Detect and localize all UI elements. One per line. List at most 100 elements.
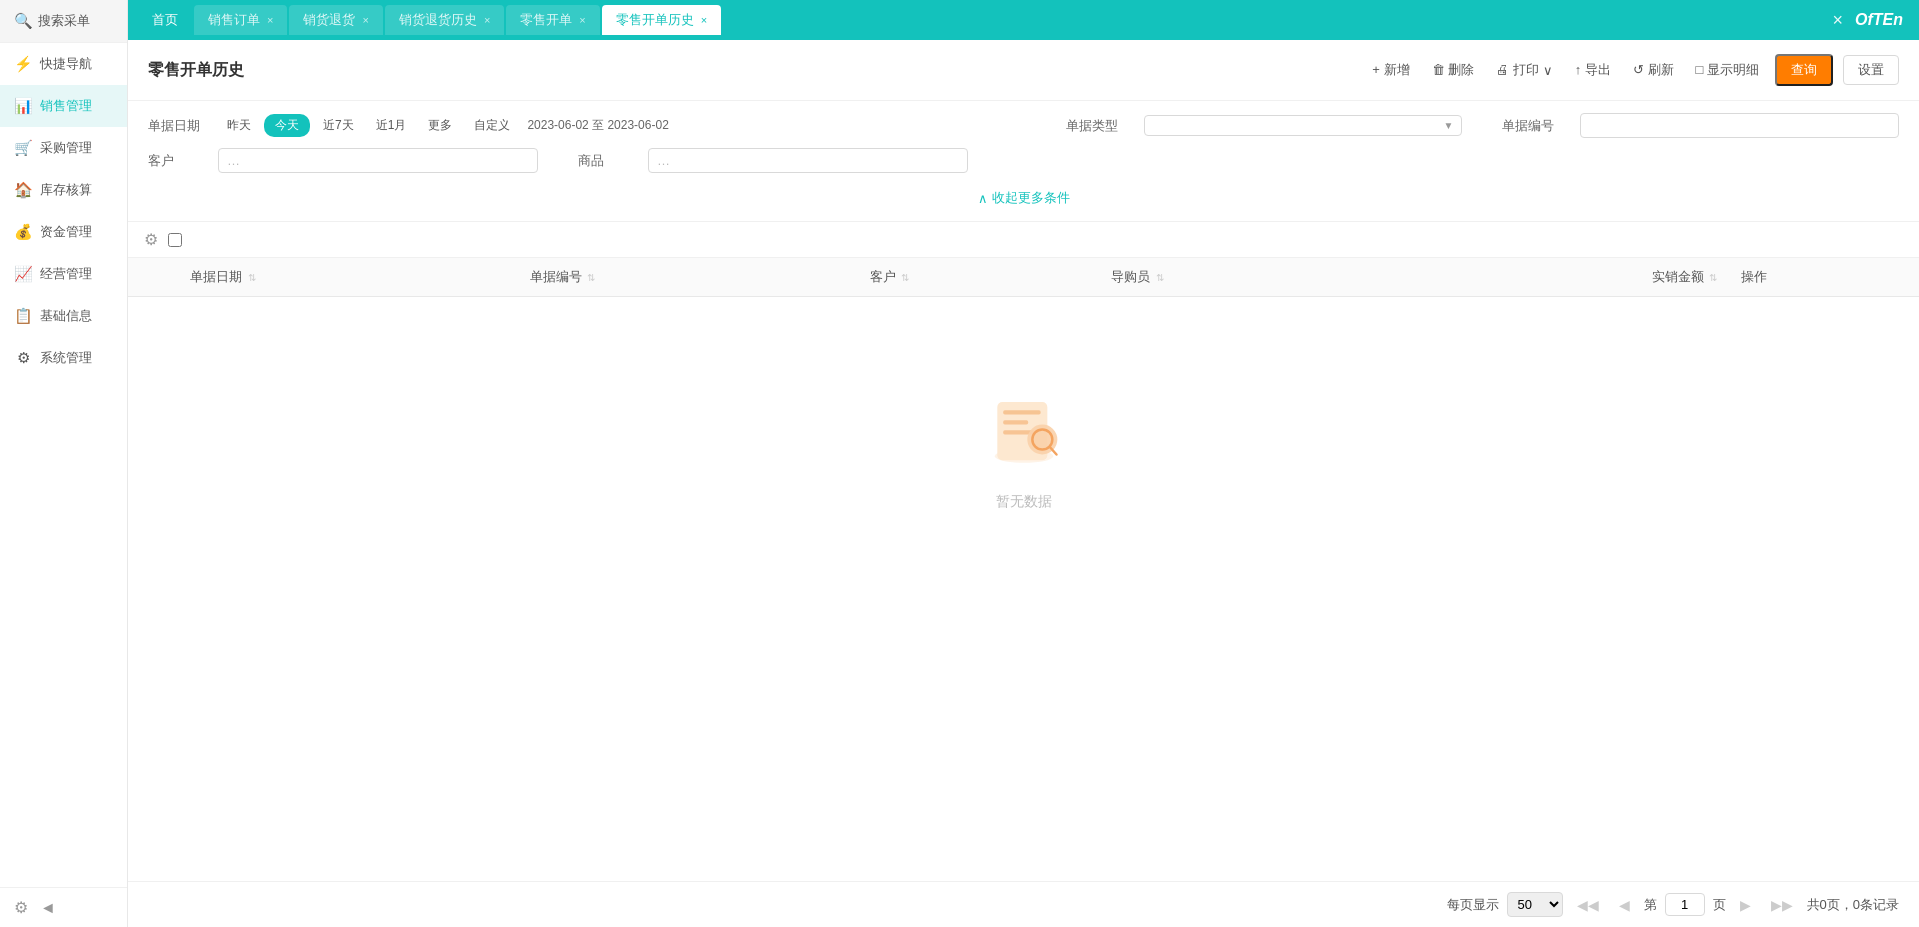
- tab-sales-order-close[interactable]: ×: [267, 15, 273, 26]
- finance-icon: 💰: [14, 223, 32, 241]
- sidebar-item-system[interactable]: ⚙ 系统管理: [0, 337, 127, 379]
- tab-retail-open-history[interactable]: 零售开单历史 ×: [602, 5, 721, 35]
- date-btn-more[interactable]: 更多: [419, 114, 461, 137]
- pagination: 每页显示 50 10 20 100 ◀◀ ◀ 第 页 ▶ ▶▶ 共0页，0条记录: [128, 881, 1919, 927]
- sidebar-item-label: 经营管理: [40, 265, 92, 283]
- col-checkbox: [128, 258, 178, 297]
- export-button[interactable]: ↑ 导出: [1569, 57, 1617, 83]
- tab-sales-return[interactable]: 销货退货 ×: [289, 5, 382, 35]
- first-page-button[interactable]: ◀◀: [1571, 895, 1605, 915]
- sidebar-item-label: 销售管理: [40, 97, 92, 115]
- table-area: ⚙ 单据日期 ⇅ 单据编号 ⇅: [128, 222, 1919, 881]
- tab-retail-open[interactable]: 零售开单 ×: [506, 5, 599, 35]
- col-number-sort: ⇅: [587, 272, 595, 283]
- tab-home-label: 首页: [152, 11, 178, 29]
- per-page-select[interactable]: 50 10 20 100: [1507, 892, 1563, 917]
- sales-icon: 📊: [14, 97, 32, 115]
- empty-icon: [974, 377, 1074, 477]
- col-actions-label: 操作: [1741, 269, 1767, 284]
- add-button[interactable]: + 新增: [1366, 57, 1415, 83]
- display-button[interactable]: □ 显示明细: [1690, 57, 1765, 83]
- col-date-label: 单据日期: [190, 269, 242, 284]
- tab-sales-order[interactable]: 销售订单 ×: [194, 5, 287, 35]
- goods-placeholder: …: [657, 153, 670, 168]
- page-number-input[interactable]: [1665, 893, 1705, 916]
- date-btn-custom[interactable]: 自定义: [465, 114, 519, 137]
- tab-sales-return-close[interactable]: ×: [362, 15, 368, 26]
- col-amount[interactable]: 实销金额 ⇅: [1390, 258, 1730, 297]
- tab-retail-open-history-close[interactable]: ×: [701, 15, 707, 26]
- table-header-row: 单据日期 ⇅ 单据编号 ⇅ 客户 ⇅ 导购员 ⇅: [128, 258, 1919, 297]
- tabbar-brand: OfTEn: [1855, 11, 1903, 29]
- sidebar-settings-button[interactable]: ⚙: [14, 898, 28, 917]
- page-title: 零售开单历史: [148, 60, 244, 95]
- tab-sales-return-history-close[interactable]: ×: [484, 15, 490, 26]
- date-btn-yesterday[interactable]: 昨天: [218, 114, 260, 137]
- sidebar-item-sales[interactable]: 📊 销售管理: [0, 85, 127, 127]
- date-btn-7days[interactable]: 近7天: [314, 114, 363, 137]
- sidebar-item-inventory[interactable]: 🏠 库存核算: [0, 169, 127, 211]
- goods-select[interactable]: …: [648, 148, 968, 173]
- prev-page-button[interactable]: ◀: [1613, 895, 1636, 915]
- goods-label: 商品: [578, 152, 648, 170]
- filter-area: 单据日期 昨天 今天 近7天 近1月 更多 自定义 2023-06-02 至 2…: [128, 101, 1919, 222]
- filter-row-date: 单据日期 昨天 今天 近7天 近1月 更多 自定义 2023-06-02 至 2…: [148, 113, 1899, 138]
- last-page-button[interactable]: ▶▶: [1765, 895, 1799, 915]
- sidebar-item-base[interactable]: 📋 基础信息: [0, 295, 127, 337]
- refresh-button[interactable]: ↺ 刷新: [1627, 57, 1680, 83]
- col-salesperson[interactable]: 导购员 ⇅: [1099, 258, 1390, 297]
- page-suffix: 页: [1713, 896, 1726, 914]
- table-settings-icon[interactable]: ⚙: [144, 230, 158, 249]
- sidebar-search[interactable]: 🔍 搜索采单: [0, 0, 127, 43]
- sidebar-item-label: 资金管理: [40, 223, 92, 241]
- page-label: 第: [1644, 896, 1657, 914]
- delete-button[interactable]: 🗑 删除: [1426, 57, 1481, 83]
- col-customer[interactable]: 客户 ⇅: [858, 258, 1099, 297]
- col-number[interactable]: 单据编号 ⇅: [518, 258, 858, 297]
- date-btn-1month[interactable]: 近1月: [367, 114, 416, 137]
- select-all-checkbox[interactable]: [168, 233, 182, 247]
- sidebar-item-label: 快捷导航: [40, 55, 92, 73]
- tab-retail-open-close[interactable]: ×: [579, 15, 585, 26]
- total-records: 共0页，0条记录: [1807, 896, 1899, 914]
- sidebar-item-purchase[interactable]: 🛒 采购管理: [0, 127, 127, 169]
- empty-state-row: 暂无数据: [128, 297, 1919, 592]
- next-page-button[interactable]: ▶: [1734, 895, 1757, 915]
- customer-label: 客户: [148, 152, 218, 170]
- collapse-label: 收起更多条件: [992, 189, 1070, 207]
- sidebar-nav: ⚡ 快捷导航 📊 销售管理 🛒 采购管理 🏠 库存核算 💰 资金管理 📈 经营管…: [0, 43, 127, 887]
- sidebar-item-operations[interactable]: 📈 经营管理: [0, 253, 127, 295]
- col-number-label: 单据编号: [530, 269, 582, 284]
- sidebar-item-finance[interactable]: 💰 资金管理: [0, 211, 127, 253]
- number-label: 单据编号: [1502, 117, 1572, 135]
- collapse-button[interactable]: ∧ 收起更多条件: [148, 183, 1899, 209]
- tab-home[interactable]: 首页: [138, 5, 192, 35]
- tab-retail-open-history-label: 零售开单历史: [616, 11, 694, 29]
- tab-sales-return-label: 销货退货: [303, 11, 355, 29]
- filter-date-buttons: 昨天 今天 近7天 近1月 更多 自定义: [218, 114, 519, 137]
- inventory-icon: 🏠: [14, 181, 32, 199]
- content: 零售开单历史 + 新增 🗑 删除 🖨 打印 ∨ ↑ 导出 ↺ 刷新 □ 显示明细…: [128, 40, 1919, 927]
- type-select[interactable]: ▼: [1144, 115, 1463, 136]
- date-range-display: 2023-06-02 至 2023-06-02: [527, 117, 668, 134]
- sidebar-collapse-button[interactable]: ◄: [40, 899, 56, 917]
- number-input[interactable]: [1580, 113, 1899, 138]
- col-date[interactable]: 单据日期 ⇅: [178, 258, 518, 297]
- tabbar: 首页 销售订单 × 销货退货 × 销货退货历史 × 零售开单 × 零售开单历史 …: [128, 0, 1919, 40]
- date-btn-today[interactable]: 今天: [264, 114, 310, 137]
- query-button[interactable]: 查询: [1775, 54, 1833, 86]
- tab-sales-return-history-label: 销货退货历史: [399, 11, 477, 29]
- tabbar-close-all[interactable]: ×: [1832, 10, 1843, 31]
- customer-select[interactable]: …: [218, 148, 538, 173]
- sidebar-item-label: 采购管理: [40, 139, 92, 157]
- data-table: 单据日期 ⇅ 单据编号 ⇅ 客户 ⇅ 导购员 ⇅: [128, 258, 1919, 591]
- operations-icon: 📈: [14, 265, 32, 283]
- print-button[interactable]: 🖨 打印 ∨: [1490, 57, 1559, 83]
- col-salesperson-label: 导购员: [1111, 269, 1150, 284]
- table-body: 暂无数据: [128, 297, 1919, 592]
- settings-button[interactable]: 设置: [1843, 55, 1899, 85]
- purchase-icon: 🛒: [14, 139, 32, 157]
- sidebar-item-shortcuts[interactable]: ⚡ 快捷导航: [0, 43, 127, 85]
- tab-sales-return-history[interactable]: 销货退货历史 ×: [385, 5, 504, 35]
- col-date-sort: ⇅: [248, 272, 256, 283]
